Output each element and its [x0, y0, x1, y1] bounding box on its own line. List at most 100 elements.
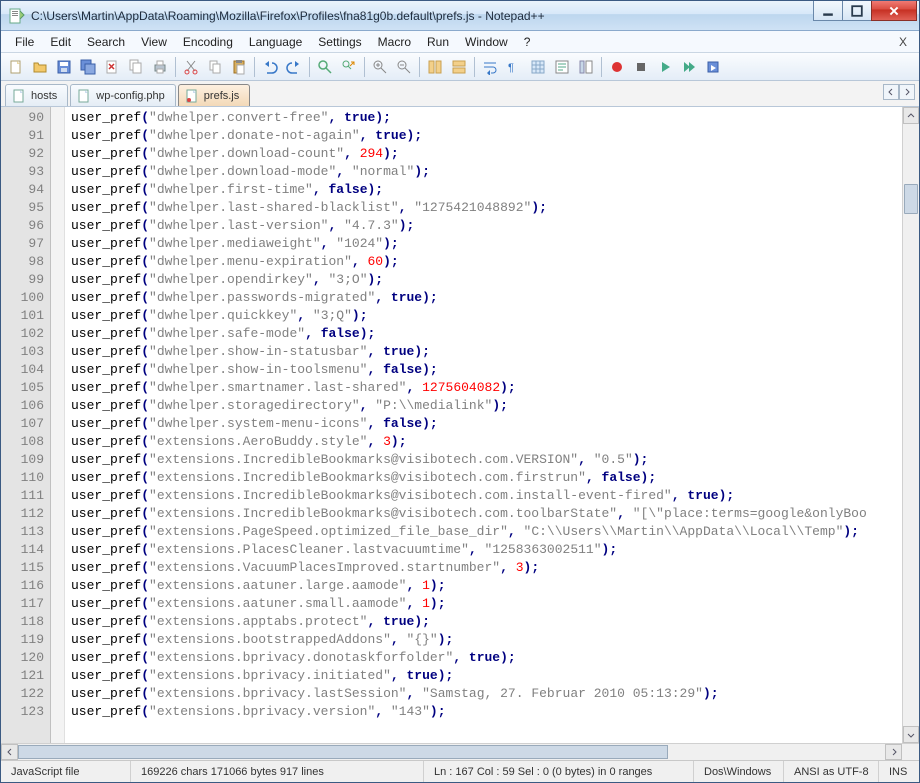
titlebar[interactable]: C:\Users\Martin\AppData\Roaming\Mozilla\… — [1, 1, 919, 31]
status-stats: 169226 chars 171066 bytes 917 lines — [131, 761, 424, 782]
menu-encoding[interactable]: Encoding — [175, 33, 241, 51]
zoom-in-icon[interactable] — [369, 56, 391, 78]
code-line[interactable]: user_pref("extensions.IncredibleBookmark… — [71, 505, 902, 523]
save-macro-icon[interactable] — [702, 56, 724, 78]
code-line[interactable]: user_pref("dwhelper.opendirkey", "3;O"); — [71, 271, 902, 289]
menu-search[interactable]: Search — [79, 33, 133, 51]
tab-prev-icon[interactable] — [883, 84, 899, 100]
tab-hosts[interactable]: hosts — [5, 84, 68, 106]
show-all-chars-icon[interactable]: ¶ — [503, 56, 525, 78]
code-line[interactable]: user_pref("extensions.bprivacy.donotaskf… — [71, 649, 902, 667]
vertical-scrollbar[interactable] — [902, 107, 919, 743]
find-icon[interactable] — [314, 56, 336, 78]
code-line[interactable]: user_pref("dwhelper.system-menu-icons", … — [71, 415, 902, 433]
code-line[interactable]: user_pref("extensions.bprivacy.version",… — [71, 703, 902, 721]
code-line[interactable]: user_pref("dwhelper.menu-expiration", 60… — [71, 253, 902, 271]
menu-[interactable]: ? — [516, 33, 539, 51]
close-button[interactable] — [871, 1, 917, 21]
code-line[interactable]: user_pref("extensions.bprivacy.initiated… — [71, 667, 902, 685]
menu-settings[interactable]: Settings — [310, 33, 369, 51]
replace-icon[interactable] — [338, 56, 360, 78]
scroll-up-icon[interactable] — [903, 107, 919, 124]
menu-view[interactable]: View — [133, 33, 175, 51]
sync-h-icon[interactable] — [448, 56, 470, 78]
code-line[interactable]: user_pref("extensions.IncredibleBookmark… — [71, 469, 902, 487]
code-line[interactable]: user_pref("extensions.PlacesCleaner.last… — [71, 541, 902, 559]
copy-icon[interactable] — [204, 56, 226, 78]
statusbar: JavaScript file 169226 chars 171066 byte… — [1, 760, 919, 782]
close-file-icon[interactable] — [101, 56, 123, 78]
menu-file[interactable]: File — [7, 33, 42, 51]
maximize-button[interactable] — [842, 1, 872, 21]
code-line[interactable]: user_pref("dwhelper.mediaweight", "1024"… — [71, 235, 902, 253]
save-icon[interactable] — [53, 56, 75, 78]
play-macro-icon[interactable] — [654, 56, 676, 78]
status-eol: Dos\Windows — [694, 761, 784, 782]
code-line[interactable]: user_pref("extensions.PageSpeed.optimize… — [71, 523, 902, 541]
minimize-button[interactable] — [813, 1, 843, 21]
paste-icon[interactable] — [228, 56, 250, 78]
open-file-icon[interactable] — [29, 56, 51, 78]
menu-language[interactable]: Language — [241, 33, 310, 51]
code-line[interactable]: user_pref("dwhelper.last-version", "4.7.… — [71, 217, 902, 235]
code-line[interactable]: user_pref("extensions.bootstrappedAddons… — [71, 631, 902, 649]
status-enc: ANSI as UTF-8 — [784, 761, 879, 782]
new-file-icon[interactable] — [5, 56, 27, 78]
wordwrap-icon[interactable] — [479, 56, 501, 78]
code-line[interactable]: user_pref("extensions.IncredibleBookmark… — [71, 451, 902, 469]
scroll-left-icon[interactable] — [1, 744, 18, 760]
code-line[interactable]: user_pref("extensions.VacuumPlacesImprov… — [71, 559, 902, 577]
code-line[interactable]: user_pref("dwhelper.last-shared-blacklis… — [71, 199, 902, 217]
code-line[interactable]: user_pref("extensions.aatuner.large.aamo… — [71, 577, 902, 595]
code-line[interactable]: user_pref("dwhelper.smartnamer.last-shar… — [71, 379, 902, 397]
code-line[interactable]: user_pref("extensions.apptabs.protect", … — [71, 613, 902, 631]
menu-edit[interactable]: Edit — [42, 33, 79, 51]
menu-macro[interactable]: Macro — [370, 33, 419, 51]
play-multi-icon[interactable] — [678, 56, 700, 78]
code-line[interactable]: user_pref("dwhelper.show-in-toolsmenu", … — [71, 361, 902, 379]
indent-guide-icon[interactable] — [527, 56, 549, 78]
menu-run[interactable]: Run — [419, 33, 457, 51]
code-line[interactable]: user_pref("extensions.AeroBuddy.style", … — [71, 433, 902, 451]
tabbar: hostswp-config.php prefs.js — [1, 81, 919, 107]
tab-label: prefs.js — [204, 90, 239, 102]
tab-next-icon[interactable] — [899, 84, 915, 100]
tab-prefs-js[interactable]: prefs.js — [178, 84, 250, 106]
zoom-out-icon[interactable] — [393, 56, 415, 78]
svg-text:¶: ¶ — [508, 62, 514, 74]
horizontal-scrollbar[interactable] — [1, 743, 919, 760]
undo-icon[interactable] — [259, 56, 281, 78]
code-line[interactable]: user_pref("dwhelper.first-time", false); — [71, 181, 902, 199]
redo-icon[interactable] — [283, 56, 305, 78]
code-line[interactable]: user_pref("extensions.bprivacy.lastSessi… — [71, 685, 902, 703]
code-line[interactable]: user_pref("dwhelper.passwords-migrated",… — [71, 289, 902, 307]
doc-map-icon[interactable] — [575, 56, 597, 78]
code-line[interactable]: user_pref("dwhelper.donate-not-again", t… — [71, 127, 902, 145]
scroll-thumb[interactable] — [904, 184, 918, 214]
tab-wp-config-php[interactable]: wp-config.php — [70, 84, 176, 106]
code-line[interactable]: user_pref("dwhelper.storagedirectory", "… — [71, 397, 902, 415]
code-line[interactable]: user_pref("dwhelper.show-in-statusbar", … — [71, 343, 902, 361]
record-macro-icon[interactable] — [606, 56, 628, 78]
sync-v-icon[interactable] — [424, 56, 446, 78]
code-line[interactable]: user_pref("dwhelper.download-count", 294… — [71, 145, 902, 163]
tab-close-x[interactable]: X — [893, 35, 913, 49]
print-icon[interactable] — [149, 56, 171, 78]
cut-icon[interactable] — [180, 56, 202, 78]
scroll-right-icon[interactable] — [885, 744, 902, 760]
code-line[interactable]: user_pref("dwhelper.safe-mode", false); — [71, 325, 902, 343]
code-line[interactable]: user_pref("dwhelper.convert-free", true)… — [71, 109, 902, 127]
code-line[interactable]: user_pref("dwhelper.download-mode", "nor… — [71, 163, 902, 181]
stop-macro-icon[interactable] — [630, 56, 652, 78]
code-area[interactable]: user_pref("dwhelper.convert-free", true)… — [65, 107, 902, 743]
user-lang-icon[interactable] — [551, 56, 573, 78]
menu-window[interactable]: Window — [457, 33, 516, 51]
app-icon — [9, 8, 25, 24]
hscroll-thumb[interactable] — [18, 745, 668, 759]
save-all-icon[interactable] — [77, 56, 99, 78]
scroll-down-icon[interactable] — [903, 726, 919, 743]
close-all-icon[interactable] — [125, 56, 147, 78]
code-line[interactable]: user_pref("extensions.IncredibleBookmark… — [71, 487, 902, 505]
code-line[interactable]: user_pref("extensions.aatuner.small.aamo… — [71, 595, 902, 613]
code-line[interactable]: user_pref("dwhelper.quickkey", "3;Q"); — [71, 307, 902, 325]
